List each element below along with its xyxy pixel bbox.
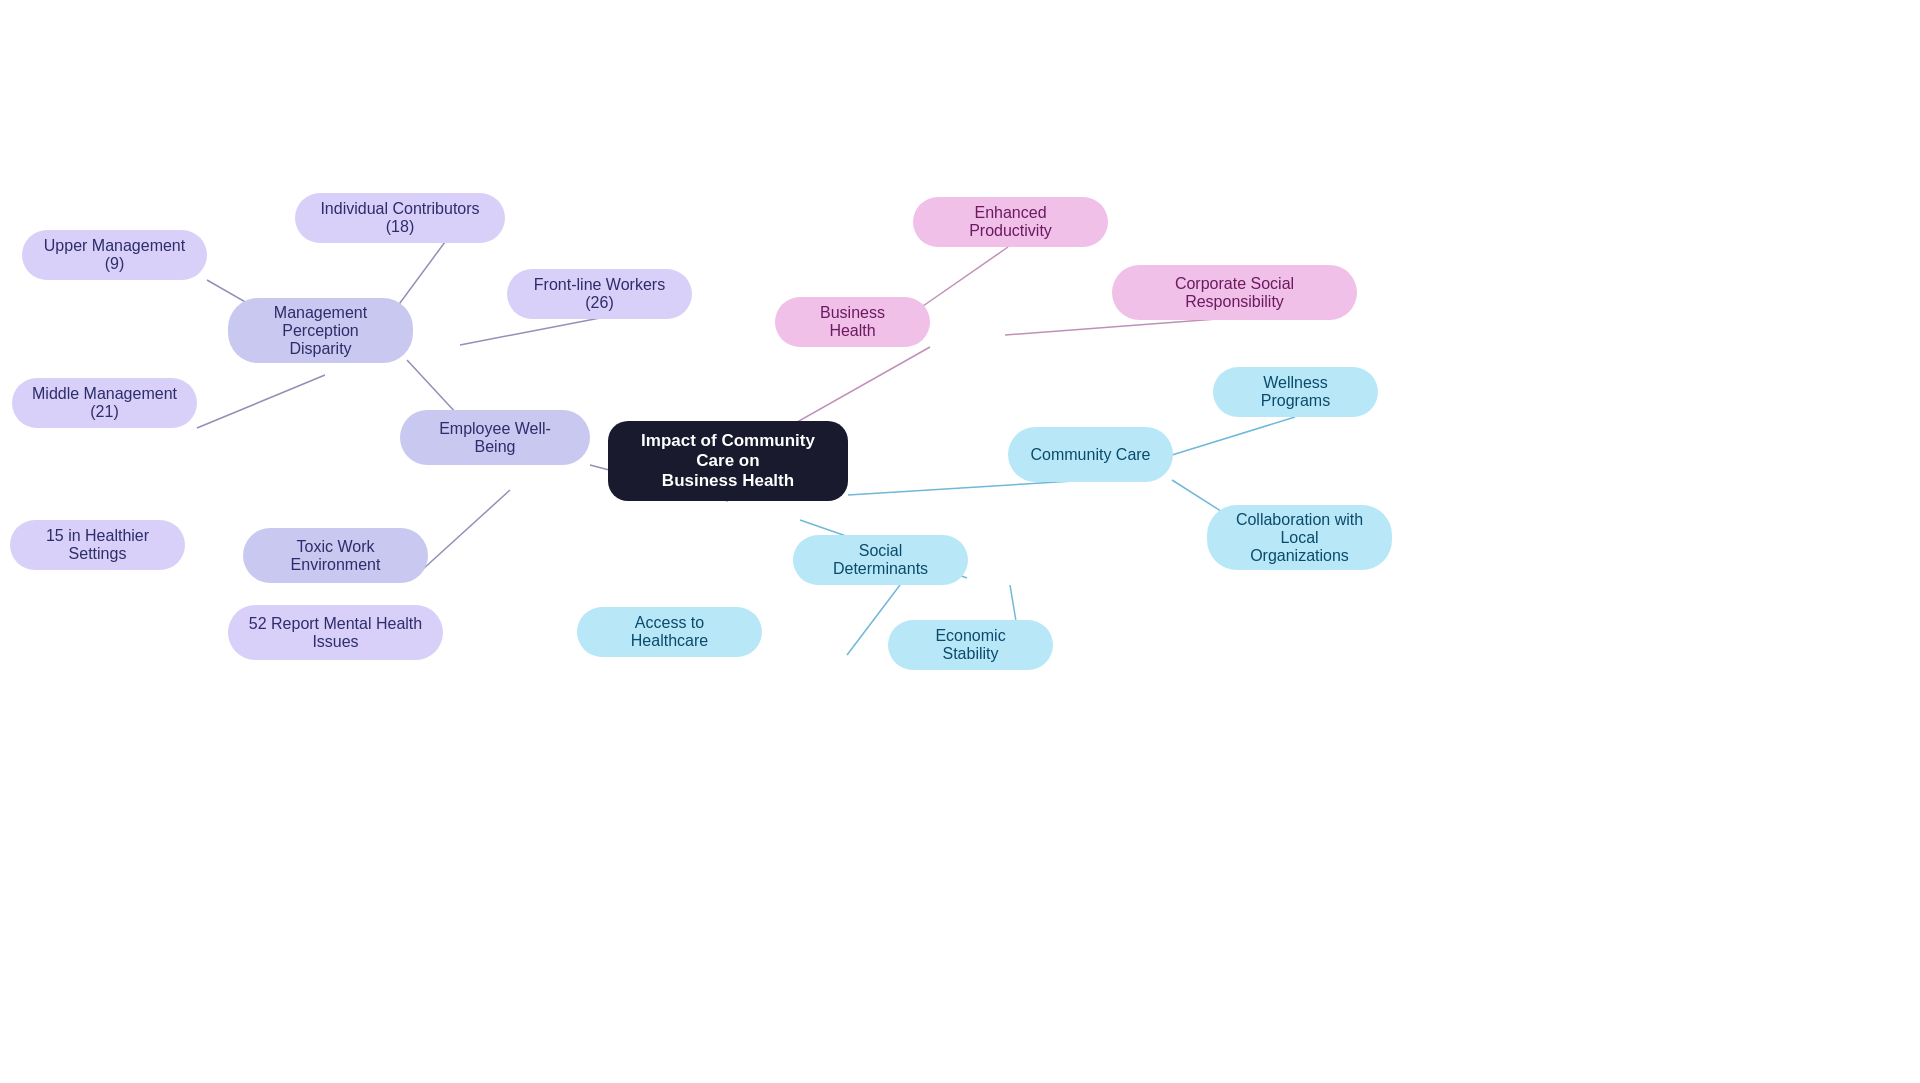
management-disparity-node: Management Perception Disparity [228, 298, 413, 363]
enhanced-productivity-node: Enhanced Productivity [913, 197, 1108, 247]
wellness-programs-node: Wellness Programs [1213, 367, 1378, 417]
front-line-workers-label: Front-line Workers (26) [527, 276, 672, 312]
management-disparity-label: Management Perception Disparity [248, 304, 393, 358]
community-care-label: Community Care [1030, 446, 1150, 464]
svg-line-13 [1005, 318, 1230, 335]
economic-stability-node: Economic Stability [888, 620, 1053, 670]
collaboration-label: Collaboration with Local Organizations [1227, 511, 1372, 565]
access-healthcare-node: Access to Healthcare [577, 607, 762, 657]
corporate-social-node: Corporate Social Responsibility [1112, 265, 1357, 320]
business-health-label: Business Health [795, 304, 910, 340]
svg-line-14 [1172, 417, 1295, 455]
healthier-settings-label: 15 in Healthier Settings [30, 527, 165, 563]
employee-wellbeing-label: Employee Well-Being [420, 420, 570, 456]
social-determinants-node: Social Determinants [793, 535, 968, 585]
toxic-work-label: Toxic Work Environment [263, 538, 408, 574]
mental-health-node: 52 Report Mental Health Issues [228, 605, 443, 660]
community-care-node: Community Care [1008, 427, 1173, 482]
mental-health-label: 52 Report Mental Health Issues [248, 615, 423, 651]
employee-wellbeing-node: Employee Well-Being [400, 410, 590, 465]
individual-contributors-label: Individual Contributors (18) [315, 200, 485, 236]
toxic-work-node: Toxic Work Environment [243, 528, 428, 583]
svg-line-5 [422, 490, 510, 570]
middle-management-label: Middle Management (21) [32, 385, 177, 421]
collaboration-node: Collaboration with Local Organizations [1207, 505, 1392, 570]
svg-line-7 [460, 318, 600, 345]
upper-management-node: Upper Management (9) [22, 230, 207, 280]
corporate-social-label: Corporate Social Responsibility [1132, 275, 1337, 311]
svg-line-2 [848, 480, 1090, 495]
access-healthcare-label: Access to Healthcare [597, 614, 742, 650]
social-determinants-label: Social Determinants [813, 542, 948, 578]
healthier-settings-node: 15 in Healthier Settings [10, 520, 185, 570]
business-health-node: Business Health [775, 297, 930, 347]
economic-stability-label: Economic Stability [908, 627, 1033, 663]
wellness-programs-label: Wellness Programs [1233, 374, 1358, 410]
middle-management-node: Middle Management (21) [12, 378, 197, 428]
individual-contributors-node: Individual Contributors (18) [295, 193, 505, 243]
svg-line-9 [197, 375, 325, 428]
center-node: Impact of Community Care on Business Hea… [608, 421, 848, 501]
upper-management-label: Upper Management (9) [42, 237, 187, 273]
enhanced-productivity-label: Enhanced Productivity [933, 204, 1088, 240]
front-line-workers-node: Front-line Workers (26) [507, 269, 692, 319]
